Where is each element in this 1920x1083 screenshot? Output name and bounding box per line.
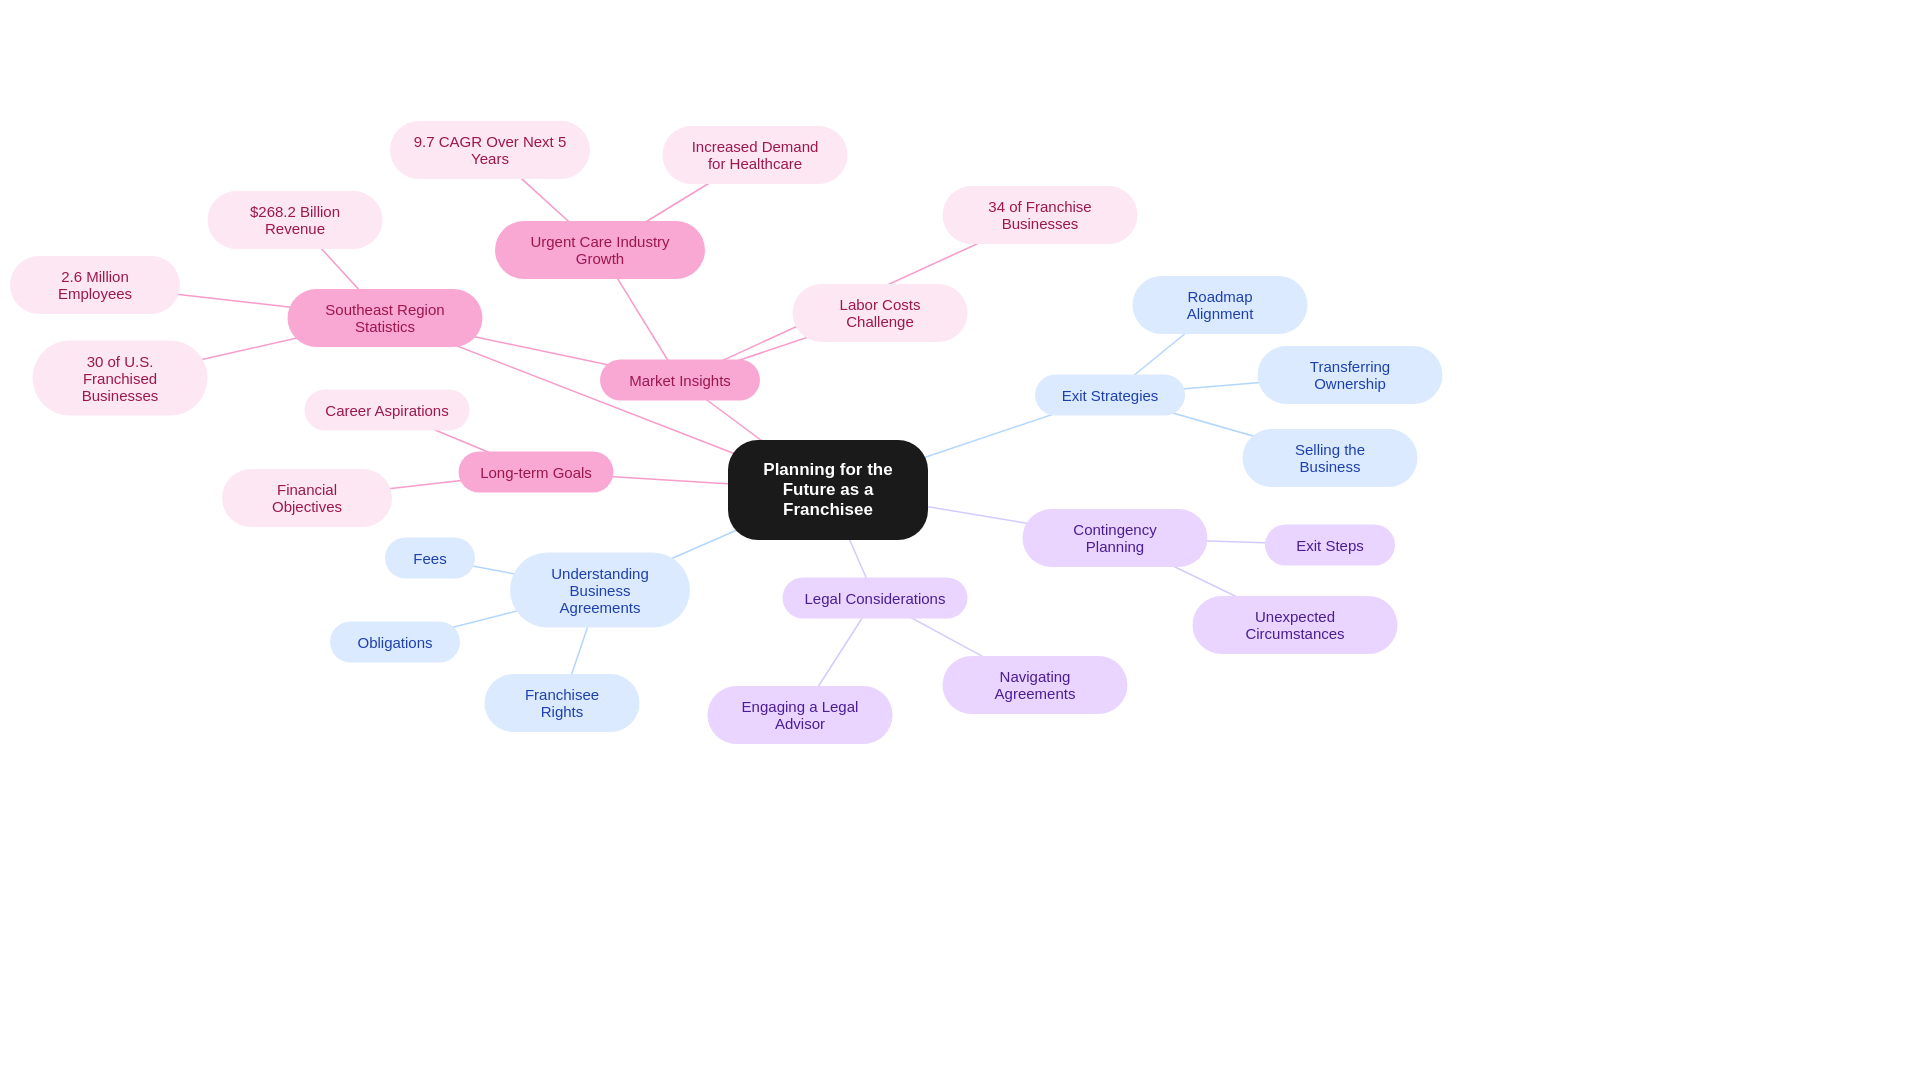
node-financial-objectives[interactable]: Financial Objectives: [222, 469, 392, 527]
node-increased-demand[interactable]: Increased Demand for Healthcare: [663, 126, 848, 184]
node-exit-strategies[interactable]: Exit Strategies: [1035, 375, 1185, 416]
mindmap-container: Planning for the Future as a Franchisee M…: [0, 0, 1920, 1083]
node-labor-costs[interactable]: Labor Costs Challenge: [793, 284, 968, 342]
node-career-aspirations[interactable]: Career Aspirations: [305, 390, 470, 431]
node-engaging-legal[interactable]: Engaging a Legal Advisor: [708, 686, 893, 744]
node-30-franchised[interactable]: 30 of U.S. Franchised Businesses: [33, 341, 208, 416]
node-contingency-planning[interactable]: Contingency Planning: [1023, 509, 1208, 567]
node-selling-business[interactable]: Selling the Business: [1243, 429, 1418, 487]
node-34-franchise[interactable]: 34 of Franchise Businesses: [943, 186, 1138, 244]
node-fees[interactable]: Fees: [385, 538, 475, 579]
node-urgent-care[interactable]: Urgent Care Industry Growth: [495, 221, 705, 279]
node-long-term-goals[interactable]: Long-term Goals: [459, 452, 614, 493]
node-southeast-stats[interactable]: Southeast Region Statistics: [288, 289, 483, 347]
connections-svg: [0, 0, 1920, 1083]
node-268-billion[interactable]: $268.2 Billion Revenue: [208, 191, 383, 249]
node-obligations[interactable]: Obligations: [330, 622, 460, 663]
node-exit-steps[interactable]: Exit Steps: [1265, 525, 1395, 566]
node-understanding-biz[interactable]: Understanding Business Agreements: [510, 553, 690, 628]
node-unexpected-circumstances[interactable]: Unexpected Circumstances: [1193, 596, 1398, 654]
center-node[interactable]: Planning for the Future as a Franchisee: [728, 440, 928, 540]
node-9-7-cagr[interactable]: 9.7 CAGR Over Next 5 Years: [390, 121, 590, 179]
node-navigating-agreements[interactable]: Navigating Agreements: [943, 656, 1128, 714]
node-roadmap-alignment[interactable]: Roadmap Alignment: [1133, 276, 1308, 334]
node-market-insights[interactable]: Market Insights: [600, 360, 760, 401]
node-transferring-ownership[interactable]: Transferring Ownership: [1258, 346, 1443, 404]
node-2-6-million[interactable]: 2.6 Million Employees: [10, 256, 180, 314]
node-legal-considerations[interactable]: Legal Considerations: [783, 578, 968, 619]
node-franchisee-rights[interactable]: Franchisee Rights: [485, 674, 640, 732]
